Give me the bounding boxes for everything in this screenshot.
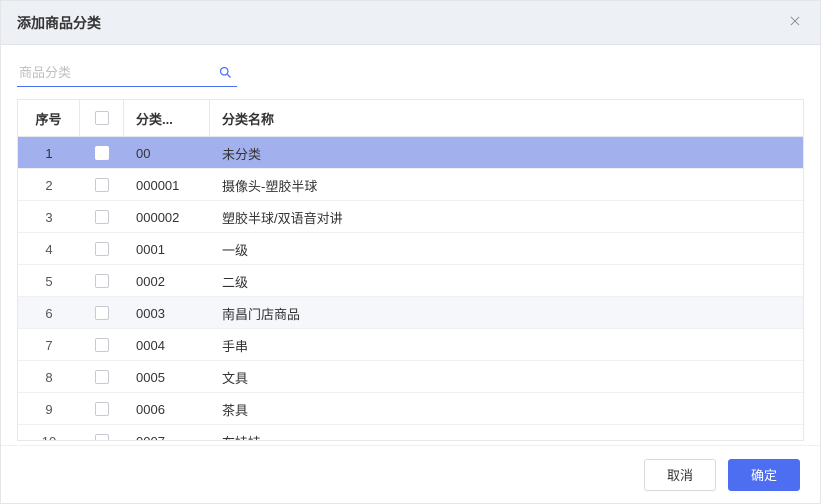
row-checkbox[interactable] [95, 242, 109, 256]
table-body[interactable]: 1 00未分类 2 000001摄像头-塑胶半球 3 000002塑胶半球/双语音对讲 4 0… [18, 137, 803, 440]
row-index: 10 [18, 425, 80, 440]
row-index: 3 [18, 201, 80, 233]
cancel-button[interactable]: 取消 [644, 459, 716, 491]
row-code: 0005 [124, 361, 210, 393]
modal: 添加商品分类 序号 分类... 分类名称 [0, 0, 821, 504]
table-header: 序号 分类... 分类名称 [18, 100, 803, 137]
row-checkbox[interactable] [95, 210, 109, 224]
row-index: 7 [18, 329, 80, 361]
modal-body: 序号 分类... 分类名称 1 00未分类 2 000001摄像头-塑胶半球 3 0000… [1, 45, 820, 445]
search-field-wrap [17, 59, 237, 87]
column-index: 序号 [18, 100, 80, 136]
row-name: 摄像头-塑胶半球 [210, 169, 803, 201]
row-code: 0002 [124, 265, 210, 297]
row-checkbox-cell[interactable] [80, 265, 124, 297]
close-button[interactable] [786, 14, 804, 32]
row-code: 000002 [124, 201, 210, 233]
table-row[interactable]: 4 0001一级 [18, 233, 803, 265]
row-checkbox-cell[interactable] [80, 233, 124, 265]
search-input[interactable] [17, 59, 237, 86]
row-checkbox[interactable] [95, 146, 109, 160]
column-name: 分类名称 [210, 100, 803, 136]
row-checkbox[interactable] [95, 370, 109, 384]
modal-title: 添加商品分类 [17, 13, 101, 33]
table-row[interactable]: 7 0004手串 [18, 329, 803, 361]
row-name: 未分类 [210, 137, 803, 169]
modal-header: 添加商品分类 [1, 1, 820, 45]
row-checkbox-cell[interactable] [80, 329, 124, 361]
table-row[interactable]: 5 0002二级 [18, 265, 803, 297]
row-code: 0004 [124, 329, 210, 361]
category-table: 序号 分类... 分类名称 1 00未分类 2 000001摄像头-塑胶半球 3 0000… [17, 99, 804, 441]
row-name: 布娃娃 [210, 425, 803, 440]
row-index: 4 [18, 233, 80, 265]
table-row[interactable]: 2 000001摄像头-塑胶半球 [18, 169, 803, 201]
row-checkbox[interactable] [95, 434, 109, 440]
row-code: 000001 [124, 169, 210, 201]
table-row[interactable]: 9 0006茶具 [18, 393, 803, 425]
row-checkbox-cell[interactable] [80, 201, 124, 233]
column-checkbox[interactable] [80, 100, 124, 136]
row-code: 0003 [124, 297, 210, 329]
row-code: 0006 [124, 393, 210, 425]
row-checkbox[interactable] [95, 402, 109, 416]
row-name: 一级 [210, 233, 803, 265]
table-row[interactable]: 10 0007布娃娃 [18, 425, 803, 440]
row-name: 茶具 [210, 393, 803, 425]
row-checkbox[interactable] [95, 306, 109, 320]
row-checkbox-cell[interactable] [80, 361, 124, 393]
row-checkbox[interactable] [95, 274, 109, 288]
table-row[interactable]: 3 000002塑胶半球/双语音对讲 [18, 201, 803, 233]
row-name: 二级 [210, 265, 803, 297]
row-index: 2 [18, 169, 80, 201]
row-index: 8 [18, 361, 80, 393]
checkbox-all[interactable] [95, 111, 109, 125]
row-index: 1 [18, 137, 80, 169]
table-row[interactable]: 8 0005文具 [18, 361, 803, 393]
close-icon [788, 14, 802, 31]
row-name: 文具 [210, 361, 803, 393]
row-checkbox-cell[interactable] [80, 169, 124, 201]
row-index: 5 [18, 265, 80, 297]
row-checkbox[interactable] [95, 338, 109, 352]
row-checkbox[interactable] [95, 178, 109, 192]
row-checkbox-cell[interactable] [80, 425, 124, 440]
row-code: 00 [124, 137, 210, 169]
column-code: 分类... [124, 100, 210, 136]
row-name: 南昌门店商品 [210, 297, 803, 329]
row-name: 塑胶半球/双语音对讲 [210, 201, 803, 233]
row-index: 9 [18, 393, 80, 425]
table-row[interactable]: 1 00未分类 [18, 137, 803, 169]
row-index: 6 [18, 297, 80, 329]
row-code: 0007 [124, 425, 210, 440]
row-code: 0001 [124, 233, 210, 265]
row-checkbox-cell[interactable] [80, 297, 124, 329]
row-checkbox-cell[interactable] [80, 137, 124, 169]
confirm-button[interactable]: 确定 [728, 459, 800, 491]
search-row [17, 59, 804, 87]
search-icon[interactable] [217, 65, 233, 81]
modal-footer: 取消 确定 [1, 445, 820, 503]
row-checkbox-cell[interactable] [80, 393, 124, 425]
row-name: 手串 [210, 329, 803, 361]
table-row[interactable]: 6 0003南昌门店商品 [18, 297, 803, 329]
